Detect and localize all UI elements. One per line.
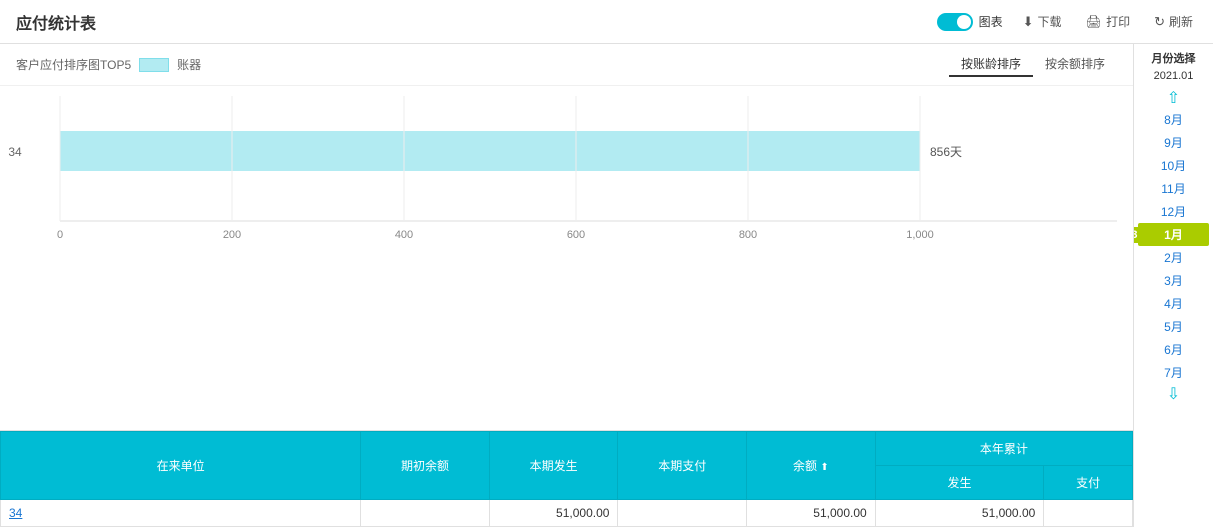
bar-days-label: 856天	[930, 145, 962, 159]
download-label: 下载	[1038, 13, 1062, 30]
sort-tabs: 按账龄排序 按余额排序	[949, 52, 1117, 77]
td-opening	[361, 500, 490, 527]
download-button[interactable]: 下载	[1019, 11, 1066, 32]
td-ytd-pay	[1044, 500, 1133, 527]
legend-box-label: 账器	[177, 56, 201, 73]
sidebar-title: 月份选择	[1148, 50, 1200, 66]
print-icon	[1086, 14, 1103, 30]
data-table-area: 在来单位 期初余额 本期发生 本期支付 余额 ⬆ 本年累计 发生 支付	[0, 430, 1133, 527]
data-table: 在来单位 期初余额 本期发生 本期支付 余额 ⬆ 本年累计 发生 支付	[0, 431, 1133, 527]
x-tick-200: 200	[223, 229, 241, 241]
x-tick-0: 0	[57, 229, 63, 241]
td-current: 51,000.00	[489, 500, 618, 527]
month-item[interactable]: 3月	[1134, 269, 1213, 292]
sidebar-up-button[interactable]: ⇧	[1162, 88, 1186, 108]
print-label: 打印	[1106, 13, 1130, 30]
refresh-icon	[1154, 14, 1165, 30]
th-payment: 本期支付	[618, 432, 747, 500]
main-content: 客户应付排序图TOP5 账器 按账龄排序 按余额排序 34 856天	[0, 44, 1213, 527]
td-payment	[618, 500, 747, 527]
th-ytd-occur: 发生	[875, 466, 1044, 500]
th-ytd: 本年累计	[875, 432, 1132, 466]
legend-title: 客户应付排序图TOP5	[16, 56, 131, 73]
td-ytd-occur: 51,000.00	[875, 500, 1044, 527]
y-axis-label: 34	[8, 145, 22, 159]
year-marker: 2023	[1134, 227, 1140, 243]
month-item[interactable]: 12月	[1134, 200, 1213, 223]
chart-area: 客户应付排序图TOP5 账器 按账龄排序 按余额排序 34 856天	[0, 44, 1133, 527]
page-title: 应付统计表	[16, 10, 96, 34]
chart-toggle-container: 图表	[937, 13, 1003, 31]
th-unit: 在来单位	[1, 432, 361, 500]
x-tick-800: 800	[739, 229, 757, 241]
bar-chart-svg: 34 856天 0 200 400 600 800 1,000	[60, 96, 1117, 390]
sort-by-balance-tab[interactable]: 按账龄排序	[949, 52, 1033, 77]
sort-by-amount-tab[interactable]: 按余额排序	[1033, 52, 1117, 77]
sidebar-months: 8月9月10月11月12月1月20232月3月4月5月6月7月	[1134, 108, 1213, 384]
table-row: 34 51,000.00 51,000.00 51,000.00	[1, 500, 1133, 527]
chart-legend: 客户应付排序图TOP5 账器	[16, 56, 201, 73]
bar-rect	[60, 131, 920, 171]
header-actions: 图表 下载 打印 刷新	[937, 11, 1197, 32]
balance-sort-icon: ⬆	[820, 462, 828, 473]
sidebar-current-display: 2021.01	[1154, 70, 1194, 82]
print-button[interactable]: 打印	[1082, 11, 1135, 32]
th-opening: 期初余额	[361, 432, 490, 500]
refresh-label: 刷新	[1169, 13, 1193, 30]
download-icon	[1023, 14, 1034, 30]
month-item[interactable]: 6月	[1134, 338, 1213, 361]
th-current: 本期发生	[489, 432, 618, 500]
month-item[interactable]: 2月	[1134, 246, 1213, 269]
chart-topbar: 客户应付排序图TOP5 账器 按账龄排序 按余额排序	[0, 44, 1133, 86]
month-item[interactable]: 10月	[1134, 154, 1213, 177]
chart-wrapper: 34 856天 0 200 400 600 800 1,000	[0, 86, 1133, 430]
td-unit[interactable]: 34	[1, 500, 361, 527]
page-header: 应付统计表 图表 下载 打印 刷新	[0, 0, 1213, 44]
legend-color-box	[139, 58, 169, 72]
month-item[interactable]: 9月	[1134, 131, 1213, 154]
unit-link[interactable]: 34	[9, 506, 22, 520]
month-item[interactable]: 1月2023	[1138, 223, 1209, 246]
refresh-button[interactable]: 刷新	[1150, 11, 1197, 32]
month-item[interactable]: 7月	[1134, 361, 1213, 384]
month-item[interactable]: 4月	[1134, 292, 1213, 315]
td-balance: 51,000.00	[747, 500, 876, 527]
x-tick-400: 400	[395, 229, 413, 241]
sidebar-down-button[interactable]: ⇩	[1162, 384, 1186, 404]
chart-toggle[interactable]	[937, 13, 973, 31]
month-item[interactable]: 11月	[1134, 177, 1213, 200]
month-item[interactable]: 5月	[1134, 315, 1213, 338]
x-tick-600: 600	[567, 229, 585, 241]
month-item[interactable]: 8月	[1134, 108, 1213, 131]
x-tick-1000: 1,000	[906, 229, 934, 241]
th-balance: 余额 ⬆	[747, 432, 876, 500]
chart-toggle-label: 图表	[979, 13, 1003, 30]
th-ytd-pay: 支付	[1044, 466, 1133, 500]
sidebar: 月份选择 2021.01 ⇧ 8月9月10月11月12月1月20232月3月4月…	[1133, 44, 1213, 527]
